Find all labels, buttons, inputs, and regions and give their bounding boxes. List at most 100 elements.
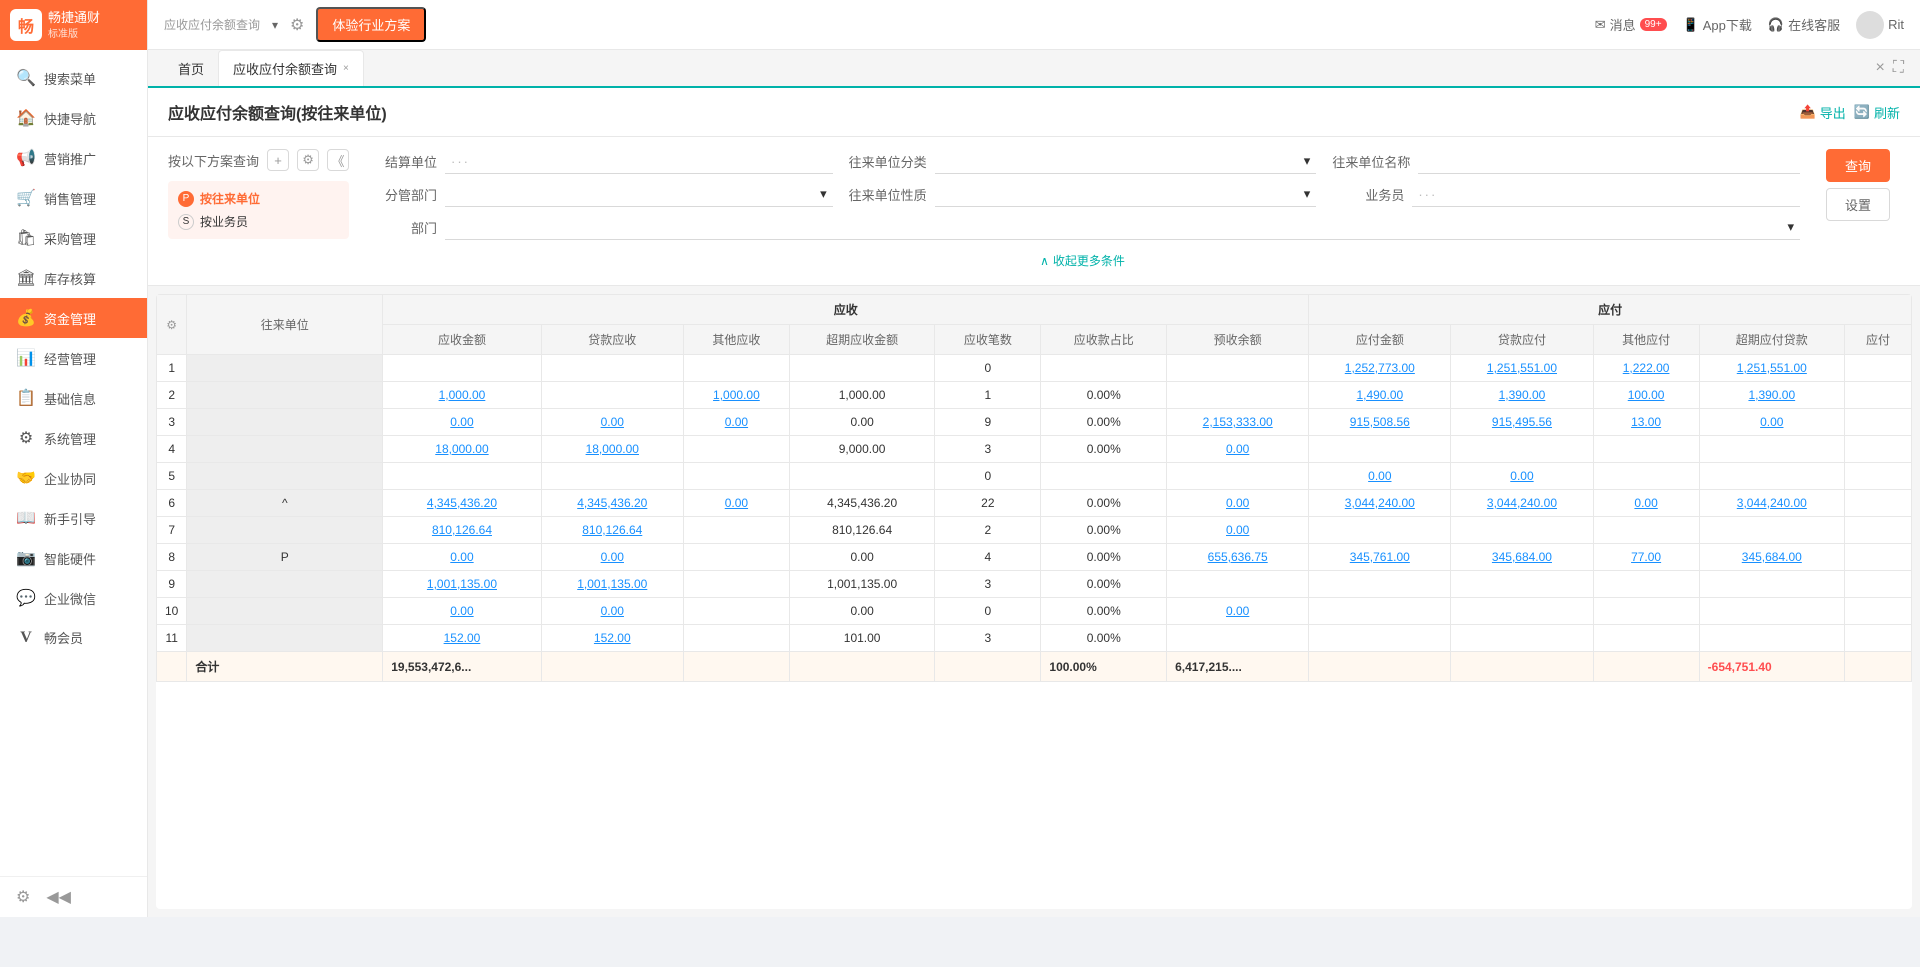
service-button[interactable]: 🎧 在线客服 bbox=[1768, 15, 1840, 34]
department-select[interactable]: ▾ bbox=[445, 215, 1800, 240]
table-cell[interactable]: 4,345,436.20 bbox=[383, 490, 541, 517]
table-cell[interactable]: 152.00 bbox=[383, 625, 541, 652]
table-cell[interactable]: 0.00 bbox=[1167, 598, 1309, 625]
tab-home[interactable]: 首页 bbox=[164, 51, 218, 86]
table-cell[interactable]: 3,044,240.00 bbox=[1699, 490, 1844, 517]
sidebar-item-search[interactable]: 🔍 搜索菜单 bbox=[0, 58, 147, 98]
app-download-button[interactable]: 📱 App下载 bbox=[1683, 15, 1752, 34]
table-cell[interactable]: 13.00 bbox=[1593, 409, 1699, 436]
filter-option-partner[interactable]: P 按往来单位 bbox=[178, 187, 339, 210]
header-gear-icon[interactable]: ⚙ bbox=[290, 15, 304, 35]
th-settings[interactable]: ⚙ bbox=[157, 295, 187, 355]
sidebar-item-hardware[interactable]: 📷 智能硬件 bbox=[0, 538, 147, 578]
table-cell: 1,001,135.00 bbox=[789, 571, 934, 598]
table-cell[interactable]: 0.00 bbox=[1309, 463, 1451, 490]
table-cell[interactable]: 655,636.75 bbox=[1167, 544, 1309, 571]
settlement-input[interactable]: ··· bbox=[445, 150, 833, 174]
tab-close-icon[interactable]: × bbox=[343, 63, 349, 74]
sidebar-item-system[interactable]: ⚙ 系统管理 bbox=[0, 418, 147, 458]
footer-recv-total[interactable]: 19,553,472,6... bbox=[383, 652, 541, 682]
table-cell[interactable]: 77.00 bbox=[1593, 544, 1699, 571]
table-cell[interactable]: 1,390.00 bbox=[1699, 382, 1844, 409]
sidebar-item-basic[interactable]: 📋 基础信息 bbox=[0, 378, 147, 418]
table-cell[interactable]: 810,126.64 bbox=[383, 517, 541, 544]
partner-nature-select[interactable]: ▾ bbox=[935, 182, 1317, 207]
sidebar-item-purchase[interactable]: 🛍 采购管理 bbox=[0, 218, 147, 258]
table-cell[interactable]: 1,000.00 bbox=[683, 382, 789, 409]
table-cell[interactable]: 2,153,333.00 bbox=[1167, 409, 1309, 436]
sidebar-item-member[interactable]: V 畅会员 bbox=[0, 618, 147, 657]
sidebar-item-finance[interactable]: 💰 资金管理 bbox=[0, 298, 147, 338]
collapse-more-button[interactable]: ∧ 收起更多条件 bbox=[365, 248, 1800, 273]
partner-name-input[interactable] bbox=[1418, 150, 1800, 174]
sidebar-item-guide[interactable]: 📖 新手引导 bbox=[0, 498, 147, 538]
user-info[interactable]: Rit bbox=[1856, 11, 1904, 39]
export-button[interactable]: 📤 导出 bbox=[1800, 103, 1846, 122]
window-close-button[interactable]: × bbox=[1875, 59, 1884, 77]
table-cell[interactable]: 810,126.64 bbox=[541, 517, 683, 544]
filter-add-button[interactable]: + bbox=[267, 149, 289, 171]
promo-button[interactable]: 体验行业方案 bbox=[316, 7, 426, 42]
dept-manage-select[interactable]: ▾ bbox=[445, 182, 833, 207]
table-cell[interactable]: 3,044,240.00 bbox=[1451, 490, 1593, 517]
table-cell[interactable]: 152.00 bbox=[541, 625, 683, 652]
table-cell[interactable]: 0.00 bbox=[1167, 490, 1309, 517]
table-cell[interactable]: 0.00 bbox=[1167, 436, 1309, 463]
table-cell[interactable]: 345,761.00 bbox=[1309, 544, 1451, 571]
salesperson-input[interactable]: ··· bbox=[1412, 183, 1800, 207]
table-cell[interactable]: 0.00 bbox=[1451, 463, 1593, 490]
settings-button[interactable]: 设置 bbox=[1826, 188, 1890, 221]
table-cell[interactable]: 18,000.00 bbox=[541, 436, 683, 463]
table-cell[interactable]: 0.00 bbox=[1167, 517, 1309, 544]
header-dropdown[interactable]: ▾ bbox=[272, 18, 278, 32]
table-cell[interactable]: 0.00 bbox=[541, 409, 683, 436]
window-expand-button[interactable]: ⛶ bbox=[1893, 59, 1904, 77]
sidebar-item-corp[interactable]: 🤝 企业协同 bbox=[0, 458, 147, 498]
table-cell[interactable]: 0.00 bbox=[541, 544, 683, 571]
table-cell[interactable]: 0.00 bbox=[1699, 409, 1844, 436]
table-cell[interactable]: 1,001,135.00 bbox=[541, 571, 683, 598]
settings-footer-icon[interactable]: ⚙ bbox=[16, 887, 30, 907]
table-cell[interactable]: 1,000.00 bbox=[383, 382, 541, 409]
table-cell[interactable]: 0.00 bbox=[683, 490, 789, 517]
filter-option-salesperson[interactable]: S 按业务员 bbox=[178, 210, 339, 233]
table-cell[interactable]: 1,390.00 bbox=[1451, 382, 1593, 409]
filter-settings-button[interactable]: ⚙ bbox=[297, 149, 319, 171]
table-cell[interactable]: 18,000.00 bbox=[383, 436, 541, 463]
table-cell[interactable]: 1,251,551.00 bbox=[1699, 355, 1844, 382]
sidebar-item-wechat[interactable]: 💬 企业微信 bbox=[0, 578, 147, 618]
refresh-button[interactable]: 🔄 刷新 bbox=[1854, 103, 1900, 122]
collapse-footer-icon[interactable]: ◀‌◀ bbox=[46, 887, 71, 907]
table-cell[interactable]: 345,684.00 bbox=[1699, 544, 1844, 571]
table-cell[interactable]: 1,222.00 bbox=[1593, 355, 1699, 382]
sidebar-item-sales[interactable]: 🛒 销售管理 bbox=[0, 178, 147, 218]
sidebar-item-operations[interactable]: 📊 经营管理 bbox=[0, 338, 147, 378]
table-cell[interactable]: 1,251,551.00 bbox=[1451, 355, 1593, 382]
sidebar-item-quicknav[interactable]: 🏠 快捷导航 bbox=[0, 98, 147, 138]
filter-collapse-button[interactable]: 《 bbox=[327, 149, 349, 171]
table-cell[interactable]: 0.00 bbox=[383, 544, 541, 571]
table-cell[interactable]: 1,490.00 bbox=[1309, 382, 1451, 409]
table-cell[interactable]: 100.00 bbox=[1593, 382, 1699, 409]
table-cell[interactable]: 915,495.56 bbox=[1451, 409, 1593, 436]
table-cell bbox=[683, 544, 789, 571]
table-cell[interactable]: 1,252,773.00 bbox=[1309, 355, 1451, 382]
tab-receivable[interactable]: 应收应付余额查询 × bbox=[218, 50, 364, 86]
table-cell[interactable]: 0.00 bbox=[383, 598, 541, 625]
table-cell[interactable]: 0.00 bbox=[1593, 490, 1699, 517]
sidebar-item-inventory[interactable]: 🏛 库存核算 bbox=[0, 258, 147, 298]
table-cell[interactable]: 3,044,240.00 bbox=[1309, 490, 1451, 517]
table-cell[interactable]: 345,684.00 bbox=[1451, 544, 1593, 571]
partner-category-select[interactable]: ▾ bbox=[935, 149, 1317, 174]
table-cell[interactable]: 0.00 bbox=[541, 598, 683, 625]
table-cell[interactable]: 1,001,135.00 bbox=[383, 571, 541, 598]
table-cell[interactable]: 4,345,436.20 bbox=[541, 490, 683, 517]
table-settings-icon[interactable]: ⚙ bbox=[166, 318, 177, 332]
query-button[interactable]: 查询 bbox=[1826, 149, 1890, 182]
sidebar-item-marketing[interactable]: 📢 营销推广 bbox=[0, 138, 147, 178]
table-cell[interactable]: 0.00 bbox=[683, 409, 789, 436]
table-cell[interactable]: 915,508.56 bbox=[1309, 409, 1451, 436]
messages-button[interactable]: ✉ 消息 99+ bbox=[1595, 15, 1667, 34]
tab-home-label: 首页 bbox=[178, 59, 204, 78]
table-cell[interactable]: 0.00 bbox=[383, 409, 541, 436]
